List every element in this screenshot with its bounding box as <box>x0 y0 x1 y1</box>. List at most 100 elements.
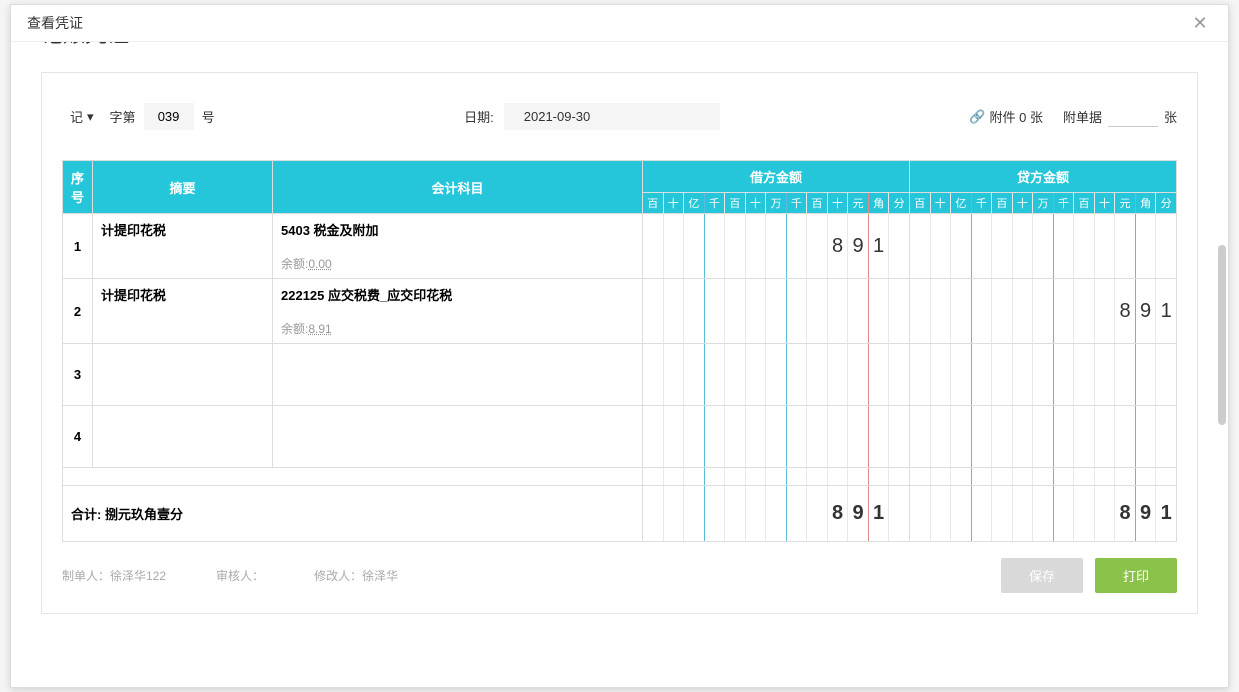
auditor-info: 审核人： <box>216 567 264 584</box>
col-summary: 摘要 <box>93 161 273 214</box>
digit-header: 十 <box>1013 193 1034 213</box>
credit-amount[interactable] <box>910 214 1177 279</box>
save-button[interactable]: 保存 <box>1001 558 1083 593</box>
modal-body: 记账凭证 ↻ 刷新 记 ▾ 字第 号 <box>11 42 1228 687</box>
print-button[interactable]: 打印 <box>1095 558 1177 593</box>
row-seq: 1 <box>63 214 93 279</box>
voucher-modal: 查看凭证 ✕ 记账凭证 ↻ 刷新 记 ▾ 字第 号 <box>10 4 1229 688</box>
total-row: 合计: 捌元玖角壹分891891 <box>63 486 1177 542</box>
gap-row <box>63 468 1177 486</box>
digit-header: 十 <box>931 193 952 213</box>
digit-header: 千 <box>787 193 808 213</box>
digit-header: 百 <box>910 193 931 213</box>
hao-label: 号 <box>202 107 215 126</box>
digit-header: 百 <box>1074 193 1095 213</box>
digit-header: 分 <box>1156 193 1176 213</box>
voucher-footer: 制单人：徐泽华122 审核人： 修改人：徐泽华 保存 打印 <box>62 558 1177 593</box>
voucher-type-label: 记 <box>70 107 83 126</box>
voucher-id-group: 记 ▾ 字第 号 <box>62 103 215 130</box>
table-row: 4 <box>63 406 1177 468</box>
digit-header: 分 <box>889 193 909 213</box>
row-seq: 4 <box>63 406 93 468</box>
account-cell[interactable]: 222125 应交税费_应交印花税余额:8.91 <box>273 279 643 344</box>
debit-amount[interactable] <box>643 406 910 468</box>
total-label: 合计: 捌元玖角壹分 <box>63 486 643 542</box>
summary-cell[interactable] <box>93 406 273 468</box>
attachment-link[interactable]: 🔗 附件 0 张 <box>969 107 1043 126</box>
voucher-date-group: 日期: <box>464 103 720 130</box>
account-cell[interactable]: 5403 税金及附加余额:0.00 <box>273 214 643 279</box>
gap-debit[interactable] <box>643 468 910 486</box>
digit-header: 亿 <box>951 193 972 213</box>
account-balance: 余额:8.91 <box>281 320 634 337</box>
debit-amount[interactable]: 891 <box>643 214 910 279</box>
total-debit[interactable]: 891 <box>643 486 910 542</box>
summary-cell[interactable] <box>93 344 273 406</box>
zidi-label: 字第 <box>110 107 136 126</box>
debit-amount[interactable] <box>643 279 910 344</box>
table-row: 2计提印花税222125 应交税费_应交印花税余额:8.91891 <box>63 279 1177 344</box>
digit-header: 千 <box>972 193 993 213</box>
col-seq: 序号 <box>63 161 93 214</box>
attach-doc-input[interactable] <box>1108 107 1158 127</box>
attachment-count: 附件 0 张 <box>989 107 1042 126</box>
credit-amount[interactable]: 891 <box>910 279 1177 344</box>
col-credit: 贷方金额 <box>910 161 1177 193</box>
voucher-table: 序号 摘要 会计科目 借方金额 贷方金额 百十亿千百十万千百十元角分百十亿千百十… <box>62 160 1177 542</box>
table-row: 3 <box>63 344 1177 406</box>
digit-header: 元 <box>1115 193 1136 213</box>
date-label: 日期: <box>464 107 494 126</box>
scrollbar-thumb[interactable] <box>1218 245 1226 425</box>
close-icon[interactable]: ✕ <box>1188 11 1212 35</box>
digit-header: 十 <box>746 193 767 213</box>
zhang-label: 张 <box>1164 107 1177 126</box>
col-account: 会计科目 <box>273 161 643 214</box>
row-seq: 2 <box>63 279 93 344</box>
modal-title: 查看凭证 <box>27 13 83 33</box>
voucher-type-dropdown[interactable]: 记 ▾ <box>62 103 102 130</box>
digit-header: 角 <box>1136 193 1157 213</box>
digit-header: 百 <box>807 193 828 213</box>
digit-header: 百 <box>992 193 1013 213</box>
footer-meta: 制单人：徐泽华122 审核人： 修改人：徐泽华 <box>62 567 398 584</box>
maker-info: 制单人：徐泽华122 <box>62 567 166 584</box>
digit-header: 千 <box>1054 193 1075 213</box>
credit-amount[interactable] <box>910 406 1177 468</box>
voucher-number-input[interactable] <box>144 103 194 130</box>
digit-header: 千 <box>705 193 726 213</box>
digit-header: 元 <box>848 193 869 213</box>
modal-header: 查看凭证 ✕ <box>11 5 1228 42</box>
row-seq: 3 <box>63 344 93 406</box>
gap-credit[interactable] <box>910 468 1177 486</box>
account-balance: 余额:0.00 <box>281 255 634 272</box>
link-icon: 🔗 <box>969 109 985 125</box>
digit-header: 十 <box>1095 193 1116 213</box>
summary-cell[interactable]: 计提印花税 <box>93 214 273 279</box>
account-cell[interactable] <box>273 344 643 406</box>
page-title: 记账凭证 <box>41 42 129 49</box>
digit-header: 亿 <box>684 193 705 213</box>
account-name: 222125 应交税费_应交印花税 <box>281 285 634 304</box>
voucher-panel: 记 ▾ 字第 号 日期: 🔗 附件 0 张 <box>41 72 1198 614</box>
voucher-date-input[interactable] <box>504 103 720 130</box>
credit-amount[interactable] <box>910 344 1177 406</box>
debit-amount[interactable] <box>643 344 910 406</box>
voucher-meta-row: 记 ▾ 字第 号 日期: 🔗 附件 0 张 <box>62 103 1177 130</box>
digit-header: 百 <box>643 193 664 213</box>
modifier-info: 修改人：徐泽华 <box>314 567 398 584</box>
digit-header: 万 <box>1033 193 1054 213</box>
total-credit[interactable]: 891 <box>910 486 1177 542</box>
chevron-down-icon: ▾ <box>87 109 94 125</box>
table-row: 1计提印花税5403 税金及附加余额:0.00891 <box>63 214 1177 279</box>
summary-cell[interactable]: 计提印花税 <box>93 279 273 344</box>
digit-header: 百 <box>725 193 746 213</box>
attachment-group: 🔗 附件 0 张 附单据 张 <box>969 107 1177 127</box>
col-debit: 借方金额 <box>643 161 910 193</box>
footer-buttons: 保存 打印 <box>1001 558 1177 593</box>
digit-header: 十 <box>828 193 849 213</box>
digit-header: 万 <box>766 193 787 213</box>
digit-header: 角 <box>869 193 890 213</box>
account-cell[interactable] <box>273 406 643 468</box>
scrollbar[interactable] <box>1218 45 1226 677</box>
account-name: 5403 税金及附加 <box>281 220 634 239</box>
